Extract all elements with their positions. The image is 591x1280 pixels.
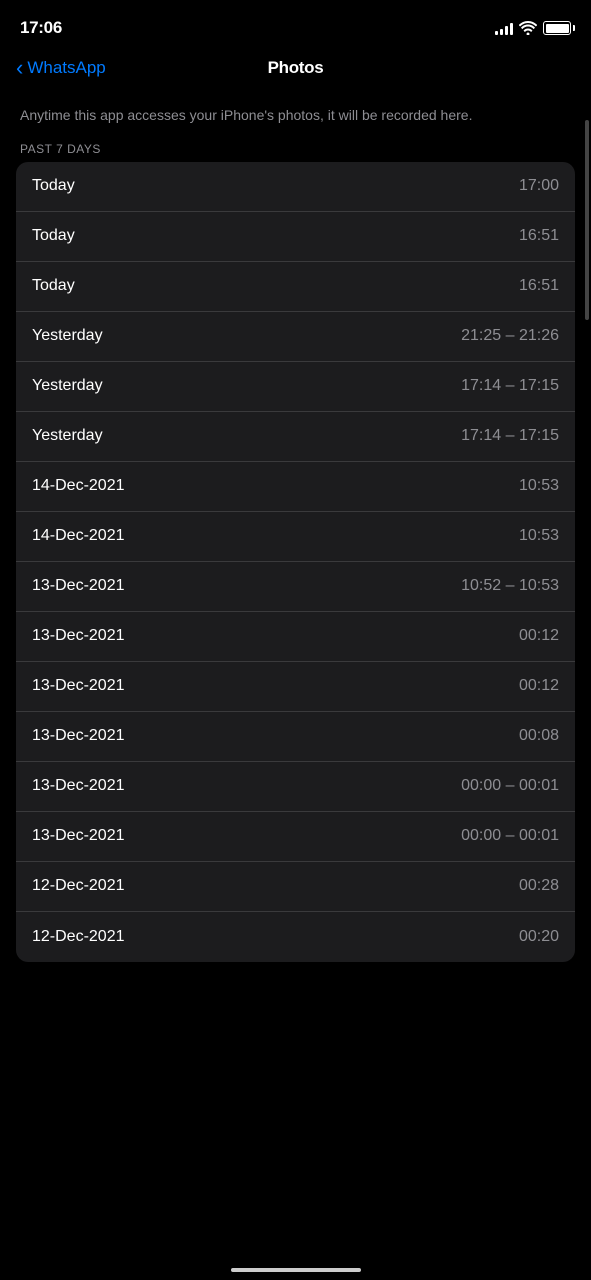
access-time: 00:12: [519, 627, 559, 645]
table-row: Today 16:51: [16, 262, 575, 312]
battery-icon: [543, 21, 571, 35]
access-date: 13-Dec-2021: [32, 827, 125, 845]
table-row: 13-Dec-2021 10:52 – 10:53: [16, 562, 575, 612]
table-row: 13-Dec-2021 00:12: [16, 662, 575, 712]
access-list: Today 17:00 Today 16:51 Today 16:51 Yesterday 2…: [16, 162, 575, 962]
table-row: 13-Dec-2021 00:00 – 00:01: [16, 762, 575, 812]
back-button[interactable]: ‹ WhatsApp: [16, 58, 106, 79]
access-time: 10:52 – 10:53: [461, 577, 559, 595]
access-time: 00:20: [519, 928, 559, 946]
scrollbar[interactable]: [585, 120, 589, 320]
table-row: 12-Dec-2021 00:28: [16, 862, 575, 912]
description-text: Anytime this app accesses your iPhone's …: [0, 90, 591, 134]
table-row: 13-Dec-2021 00:08: [16, 712, 575, 762]
access-date: Yesterday: [32, 427, 103, 445]
access-time: 16:51: [519, 227, 559, 245]
back-label: WhatsApp: [27, 58, 105, 78]
access-date: Today: [32, 177, 75, 195]
access-time: 17:00: [519, 177, 559, 195]
table-row: Today 17:00: [16, 162, 575, 212]
access-time: 21:25 – 21:26: [461, 327, 559, 345]
access-date: 13-Dec-2021: [32, 677, 125, 695]
nav-title: Photos: [268, 58, 324, 78]
nav-bar: ‹ WhatsApp Photos: [0, 50, 591, 90]
table-row: Yesterday 21:25 – 21:26: [16, 312, 575, 362]
access-date: Today: [32, 227, 75, 245]
table-row: 13-Dec-2021 00:00 – 00:01: [16, 812, 575, 862]
access-time: 00:28: [519, 877, 559, 895]
access-date: 13-Dec-2021: [32, 727, 125, 745]
table-row: Today 16:51: [16, 212, 575, 262]
access-date: 14-Dec-2021: [32, 527, 125, 545]
access-time: 00:08: [519, 727, 559, 745]
access-date: 13-Dec-2021: [32, 577, 125, 595]
access-time: 10:53: [519, 477, 559, 495]
access-date: Today: [32, 277, 75, 295]
access-date: 13-Dec-2021: [32, 627, 125, 645]
table-row: 14-Dec-2021 10:53: [16, 462, 575, 512]
signal-icon: [495, 21, 513, 35]
access-time: 10:53: [519, 527, 559, 545]
table-row: 13-Dec-2021 00:12: [16, 612, 575, 662]
access-date: 12-Dec-2021: [32, 928, 125, 946]
access-date: 12-Dec-2021: [32, 877, 125, 895]
home-indicator: [231, 1268, 361, 1272]
access-time: 16:51: [519, 277, 559, 295]
access-date: Yesterday: [32, 377, 103, 395]
table-row: 12-Dec-2021 00:20: [16, 912, 575, 962]
wifi-icon: [519, 21, 537, 35]
access-date: Yesterday: [32, 327, 103, 345]
section-header: PAST 7 DAYS: [0, 134, 591, 162]
access-time: 00:00 – 00:01: [461, 827, 559, 845]
access-time: 17:14 – 17:15: [461, 427, 559, 445]
table-row: Yesterday 17:14 – 17:15: [16, 362, 575, 412]
access-time: 17:14 – 17:15: [461, 377, 559, 395]
status-icons: [495, 21, 571, 35]
access-time: 00:00 – 00:01: [461, 777, 559, 795]
status-time: 17:06: [20, 18, 62, 38]
access-time: 00:12: [519, 677, 559, 695]
table-row: Yesterday 17:14 – 17:15: [16, 412, 575, 462]
status-bar: 17:06: [0, 0, 591, 50]
table-row: 14-Dec-2021 10:53: [16, 512, 575, 562]
access-date: 13-Dec-2021: [32, 777, 125, 795]
access-date: 14-Dec-2021: [32, 477, 125, 495]
chevron-left-icon: ‹: [16, 57, 23, 79]
